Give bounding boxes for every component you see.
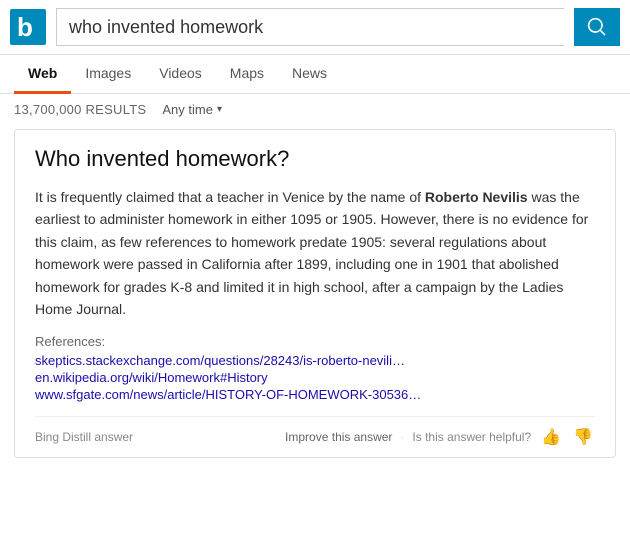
distill-source-label: Bing Distill answer [35, 430, 133, 444]
search-input[interactable]: who invented homework [57, 9, 564, 45]
results-count: 13,700,000 RESULTS [14, 102, 146, 117]
body-part1: It is frequently claimed that a teacher … [35, 189, 425, 205]
references-section: References: skeptics.stackexchange.com/q… [35, 334, 595, 402]
distill-body: It is frequently claimed that a teacher … [35, 186, 595, 320]
results-bar: 13,700,000 RESULTS Any time ▾ [0, 94, 630, 125]
body-bold: Roberto Nevilis [425, 189, 528, 205]
filter-dropdown[interactable]: Any time ▾ [162, 102, 222, 117]
tab-images[interactable]: Images [71, 55, 145, 94]
reference-link-3[interactable]: www.sfgate.com/news/article/HISTORY-OF-H… [35, 387, 595, 402]
tab-news[interactable]: News [278, 55, 341, 94]
footer-separator: · [400, 430, 404, 444]
search-bar: who invented homework [56, 8, 564, 46]
distill-card: Who invented homework? It is frequently … [14, 129, 616, 458]
tab-maps[interactable]: Maps [216, 55, 278, 94]
helpful-label: Is this answer helpful? [412, 430, 531, 444]
thumbs-up-button[interactable]: 👍 [539, 427, 563, 447]
distill-title: Who invented homework? [35, 146, 595, 172]
improve-answer-link[interactable]: Improve this answer [285, 430, 392, 444]
thumbs-down-button[interactable]: 👎 [571, 427, 595, 447]
svg-text:b: b [17, 12, 33, 42]
search-icon [587, 17, 607, 37]
tab-web[interactable]: Web [14, 55, 71, 94]
header: b who invented homework [0, 0, 630, 55]
chevron-down-icon: ▾ [217, 104, 222, 115]
distill-footer-right: Improve this answer · Is this answer hel… [285, 427, 595, 447]
bing-logo: b [10, 9, 46, 45]
reference-link-1[interactable]: skeptics.stackexchange.com/questions/282… [35, 353, 595, 368]
body-part2: was the earliest to administer homework … [35, 189, 588, 317]
references-label: References: [35, 334, 595, 349]
nav-tabs: Web Images Videos Maps News [0, 55, 630, 94]
search-button[interactable] [574, 8, 620, 46]
tab-videos[interactable]: Videos [145, 55, 216, 94]
filter-label: Any time [162, 102, 213, 117]
reference-link-2[interactable]: en.wikipedia.org/wiki/Homework#History [35, 370, 595, 385]
distill-footer: Bing Distill answer Improve this answer … [35, 416, 595, 457]
